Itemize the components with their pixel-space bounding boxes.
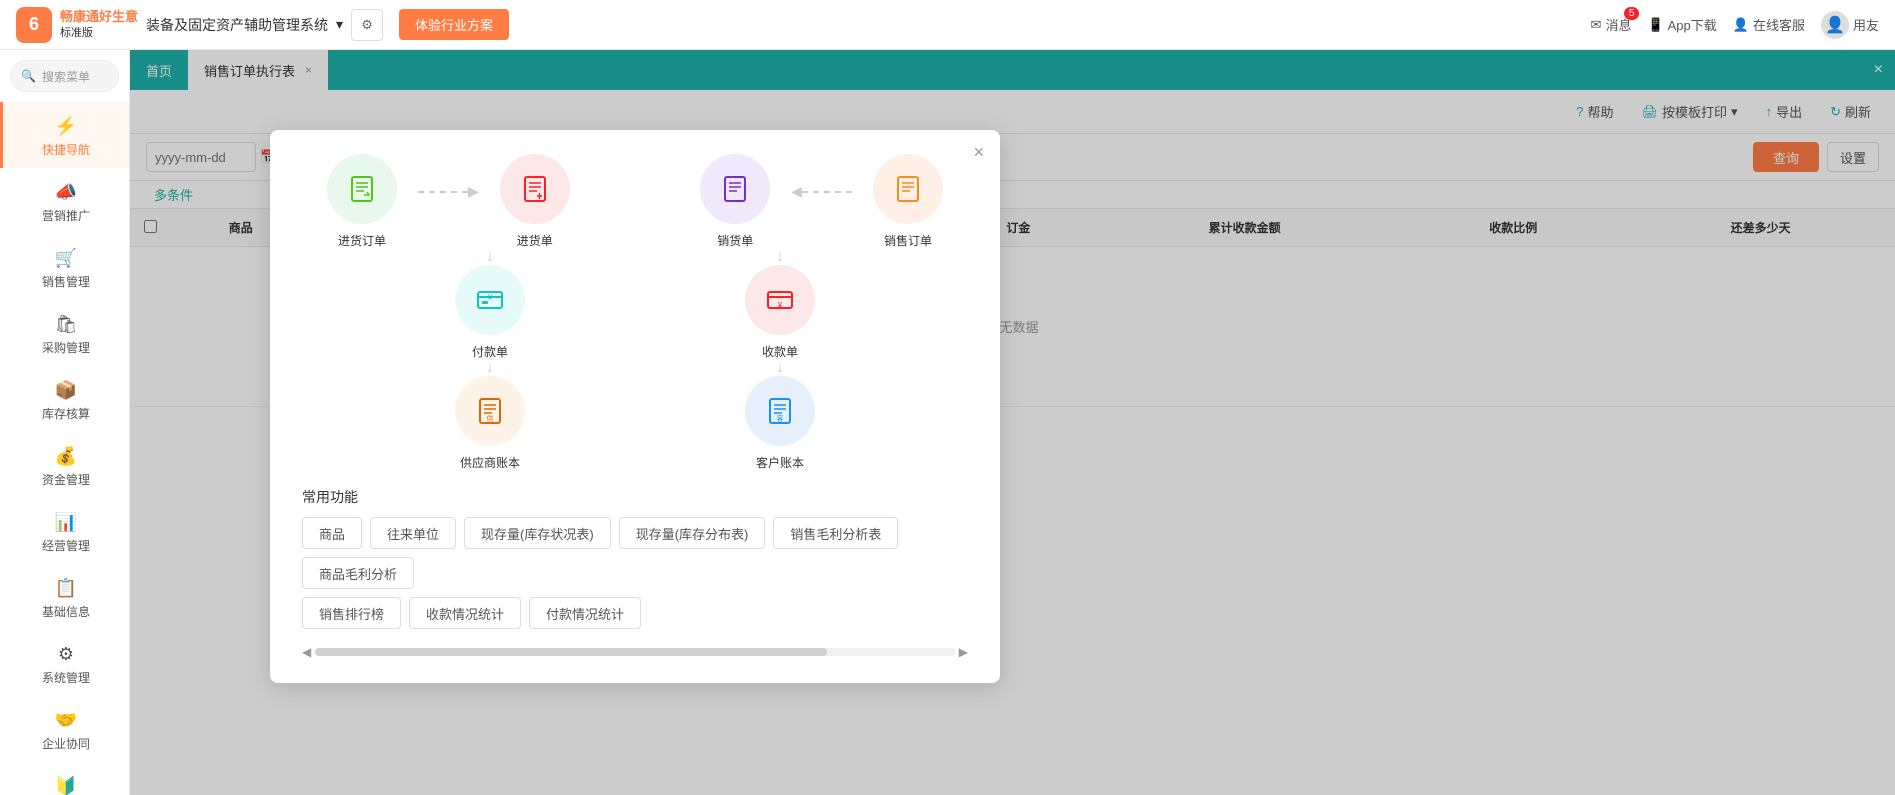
avatar: 👤 [1821,11,1849,39]
scroll-thumb [315,648,827,656]
scroll-right-button[interactable]: ▶ [959,645,968,659]
trial-button[interactable]: 体验行业方案 [399,9,509,40]
func-sales-rank-button[interactable]: 销售排行榜 [302,597,401,629]
basic-info-icon: 📋 [55,578,77,599]
popup-close-button[interactable]: × [973,142,984,163]
flow-receipt-bill[interactable]: ¥ 收款单 [720,265,840,360]
popup-scrollbar: ◀ ▶ [302,645,968,659]
flow-sales-down: ↓ ¥ 收款单 [720,249,840,360]
enterprise-icon: 🤝 [55,710,77,731]
arrow-2: ◀ [791,183,852,200]
system-icon: ⚙ [58,644,74,665]
sidebar-item-marketing[interactable]: 📣 营销推广 [0,168,129,234]
arrow-1: ▶ [418,183,479,200]
service-icon: 👤 [1733,17,1749,33]
dropdown-arrow-icon[interactable]: ▾ [336,16,343,33]
func-inventory-dist-button[interactable]: 现存量(库存分布表) [619,517,766,549]
sales-bill-icon [700,154,770,224]
flow-sales-order[interactable]: 销售订单 [848,154,968,249]
inventory-icon: 📦 [55,380,77,401]
logo-text: 畅康通好生意 标准版 [60,8,138,42]
sidebar-item-sales[interactable]: 🛒 销售管理 [0,234,129,300]
svg-text:¥: ¥ [487,293,493,302]
sidebar-item-enterprise[interactable]: 🤝 企业协同 [0,696,129,762]
app-download-button[interactable]: 📱 App下载 [1647,15,1716,34]
sidebar-item-basic-info[interactable]: 📋 基础信息 [0,564,129,630]
flow-spacer-3 [302,360,422,471]
online-service-button[interactable]: 👤 在线客服 [1733,15,1805,34]
svg-text:供: 供 [487,414,494,423]
sidebar-item-quick-nav[interactable]: ⚡ 快捷导航 [0,102,129,168]
user-menu[interactable]: 👤 用友 [1821,11,1879,39]
func-goods-profit-button[interactable]: 商品毛利分析 [302,557,414,589]
flow-payment-bill[interactable]: ¥ 付款单 [430,265,550,360]
scroll-track[interactable] [315,648,955,656]
sidebar-item-guide[interactable]: 🔰 新手引导 [0,762,129,795]
flow-supplier-ledger[interactable]: 供 供应商账本 [430,376,550,471]
flow-spacer-1 [302,249,422,360]
func-sales-profit-button[interactable]: 销售毛利分析表 [773,517,898,549]
flow-popup: × 进货订单 [270,130,1000,683]
flow-customer: ↓ 客 客户账本 [720,360,840,471]
top-bar: 6 畅康通好生意 标准版 装备及固定资产辅助管理系统 ▾ ⚙ 体验行业方案 ✉ … [0,0,1895,50]
system-title: 装备及固定资产辅助管理系统 ▾ ⚙ 体验行业方案 [146,9,1591,41]
func-buttons-row-1: 商品 往来单位 现存量(库存状况表) 现存量(库存分布表) 销售毛利分析表 商品… [302,517,968,589]
settings-button[interactable]: ⚙ [351,9,383,41]
flow-supplier: ↓ 供 供应商账本 [430,360,550,471]
customer-ledger-icon: 客 [745,376,815,446]
sales-icon: 🛒 [55,248,77,269]
logo-area: 6 畅康通好生意 标准版 [16,7,146,43]
download-icon: 📱 [1647,17,1663,33]
flow-purchase-down: ↓ ¥ 付款单 [430,249,550,360]
flow-spacer-2 [848,249,968,360]
popup-overlay: × 进货订单 [130,50,1895,795]
sidebar-search-area: 🔍 搜索菜单 [0,50,129,102]
flow-row-3: ↓ 供 供应商账本 [302,360,968,471]
top-right-actions: ✉ 消息 5 📱 App下载 👤 在线客服 👤 用友 [1591,11,1879,39]
func-goods-button[interactable]: 商品 [302,517,362,549]
flow-customer-ledger[interactable]: 客 客户账本 [720,376,840,471]
sidebar-item-finance[interactable]: 💰 资金管理 [0,432,129,498]
sidebar-item-purchase[interactable]: 🛍 采购管理 [0,300,129,366]
func-inventory-status-button[interactable]: 现存量(库存状况表) [464,517,611,549]
flow-row-2: ↓ ¥ 付款单 [302,249,968,360]
logo-icon: 6 [16,7,52,43]
sales-order-icon [873,154,943,224]
receipt-icon: ¥ [745,265,815,335]
purchase-order-icon [327,154,397,224]
sidebar: 🔍 搜索菜单 ⚡ 快捷导航 📣 营销推广 🛒 销售管理 🛍 采购管理 [0,50,130,795]
message-badge: 5 [1624,7,1640,20]
func-buttons-row-2: 销售排行榜 收款情况统计 付款情况统计 [302,597,968,629]
sidebar-item-operations[interactable]: 📊 经营管理 [0,498,129,564]
func-payment-stats-button[interactable]: 付款情况统计 [529,597,641,629]
message-icon: ✉ [1591,17,1602,33]
sidebar-item-system[interactable]: ⚙ 系统管理 [0,630,129,696]
guide-icon: 🔰 [55,776,77,795]
flow-sales-bill[interactable]: 销货单 [675,154,795,249]
flow-row-1: 进货订单 ▶ [302,154,968,249]
scroll-left-button[interactable]: ◀ [302,645,311,659]
flow-purchase-bill[interactable]: 进货单 [475,154,595,249]
svg-text:客: 客 [777,414,784,423]
marketing-icon: 📣 [55,182,77,203]
common-functions-title: 常用功能 [302,487,968,507]
content-area: 首页 销售订单执行表 × × ? 帮助 🖨 按模板打印 ▾ [130,50,1895,795]
search-icon: 🔍 [21,69,36,83]
svg-text:¥: ¥ [777,301,783,310]
purchase-bill-icon [500,154,570,224]
flow-spacer-4 [848,360,968,471]
finance-icon: 💰 [55,446,77,467]
operations-icon: 📊 [55,512,77,533]
payment-icon: ¥ [455,265,525,335]
sidebar-item-inventory[interactable]: 📦 库存核算 [0,366,129,432]
search-menu-button[interactable]: 🔍 搜索菜单 [10,60,119,92]
purchase-icon: 🛍 [55,314,78,335]
quick-nav-icon: ⚡ [55,116,77,137]
flow-diagram: 进货订单 ▶ [302,154,968,471]
supplier-ledger-icon: 供 [455,376,525,446]
func-receipt-stats-button[interactable]: 收款情况统计 [409,597,521,629]
message-button[interactable]: ✉ 消息 5 [1591,15,1632,34]
func-contacts-button[interactable]: 往来单位 [370,517,456,549]
flow-purchase-order[interactable]: 进货订单 [302,154,422,249]
